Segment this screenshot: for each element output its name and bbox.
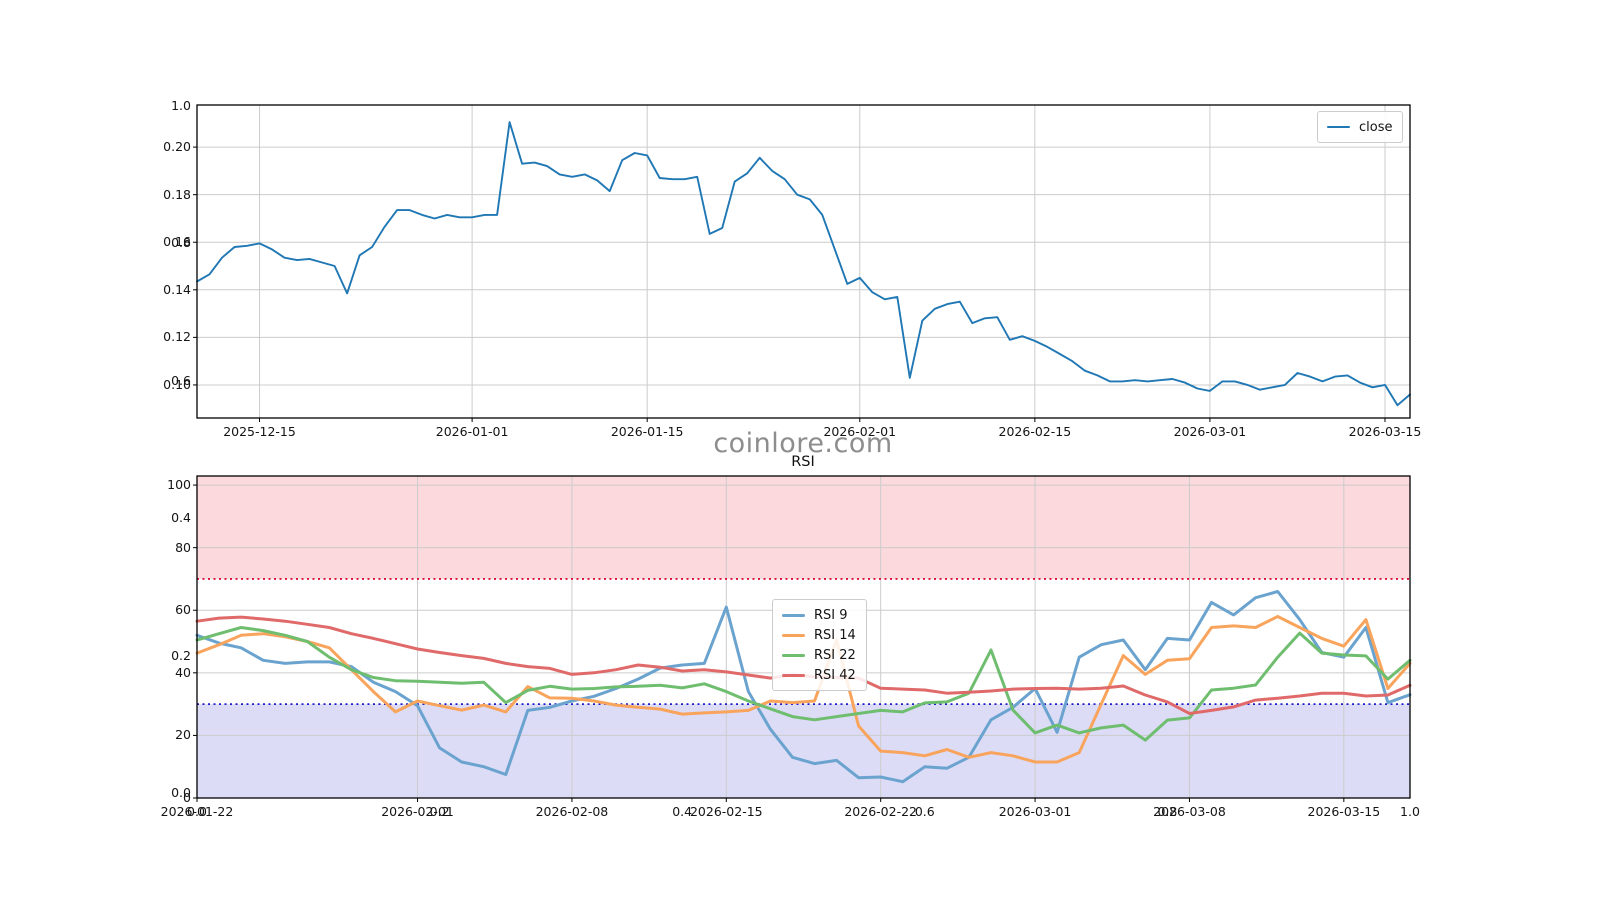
- legend-item-rsi14: RSI 14: [782, 625, 856, 645]
- y-tick-label: 20: [175, 727, 191, 743]
- close-line-swatch: [1327, 126, 1350, 128]
- overlay-y-tick-label: 0.8: [171, 235, 191, 251]
- x-tick-label: 2025-12-15: [223, 424, 296, 439]
- y-tick-label: 0.12: [163, 329, 191, 345]
- y-tick-label: 80: [175, 539, 191, 555]
- figure-root: 2025-12-15 2026-01-01 2026-01-15 2026-02-01…: [0, 0, 1600, 900]
- legend-label-rsi42: RSI 42: [814, 667, 856, 683]
- y-tick-label: 60: [175, 602, 191, 618]
- y-tick-label: 0.14: [163, 281, 191, 297]
- legend-item-rsi22: RSI 22: [782, 645, 856, 665]
- y-tick-label: 100: [167, 477, 191, 493]
- overlay-y-tick-label: 0.4: [171, 510, 191, 526]
- legend-label-rsi14: RSI 14: [814, 627, 856, 643]
- x-tick-label: 2026-02-15: [998, 424, 1072, 439]
- x-tick-label: 2026-03-01: [1173, 424, 1247, 439]
- x-tick-label: 2026-01-01: [435, 424, 509, 439]
- overlay-y-tick-label: 1.0: [171, 98, 191, 113]
- overlay-x-tick-label: 0.8: [1157, 804, 1178, 819]
- overlay-x-tick-label: 0.6: [914, 804, 935, 819]
- overlay-y-tick-label: 0.6: [171, 372, 191, 388]
- y-tick-label: 0.18: [163, 186, 191, 202]
- x-tick-label: 2026-03-01: [998, 804, 1072, 819]
- y-tick-label: 40: [175, 664, 191, 680]
- overlay-y-tick-label: 0.2: [171, 647, 191, 663]
- overlay-x-tick-label: 0.2: [429, 804, 450, 819]
- legend-label-rsi22: RSI 22: [814, 647, 856, 663]
- x-tick-label: 2026-02-08: [535, 804, 609, 819]
- overlay-x-tick-label: 0.0: [187, 804, 207, 819]
- legend-item-close: close: [1327, 117, 1392, 137]
- x-tick-label: 2026-03-15: [1348, 424, 1422, 439]
- legend-close: close: [1317, 111, 1404, 143]
- legend-label-close: close: [1359, 119, 1393, 135]
- overlay-y-tick-label: 0.0: [171, 785, 191, 800]
- overlay-x-tick-label: 0.4: [672, 804, 693, 819]
- rsi42-line-swatch: [782, 673, 805, 677]
- legend-item-rsi9: RSI 9: [782, 605, 856, 625]
- legend-item-rsi42: RSI 42: [782, 665, 856, 685]
- legend-label-rsi9: RSI 9: [814, 607, 848, 623]
- rsi-chart-title: RSI: [791, 454, 815, 470]
- overlay-x-tick-label: 1.0: [1400, 804, 1420, 819]
- rsi14-line-swatch: [782, 633, 805, 637]
- legend-rsi: RSI 9 RSI 14 RSI 22 RSI 42: [772, 599, 867, 691]
- rsi22-line-swatch: [782, 653, 805, 657]
- y-tick-label: 0.20: [163, 139, 191, 155]
- rsi9-line-swatch: [782, 613, 805, 617]
